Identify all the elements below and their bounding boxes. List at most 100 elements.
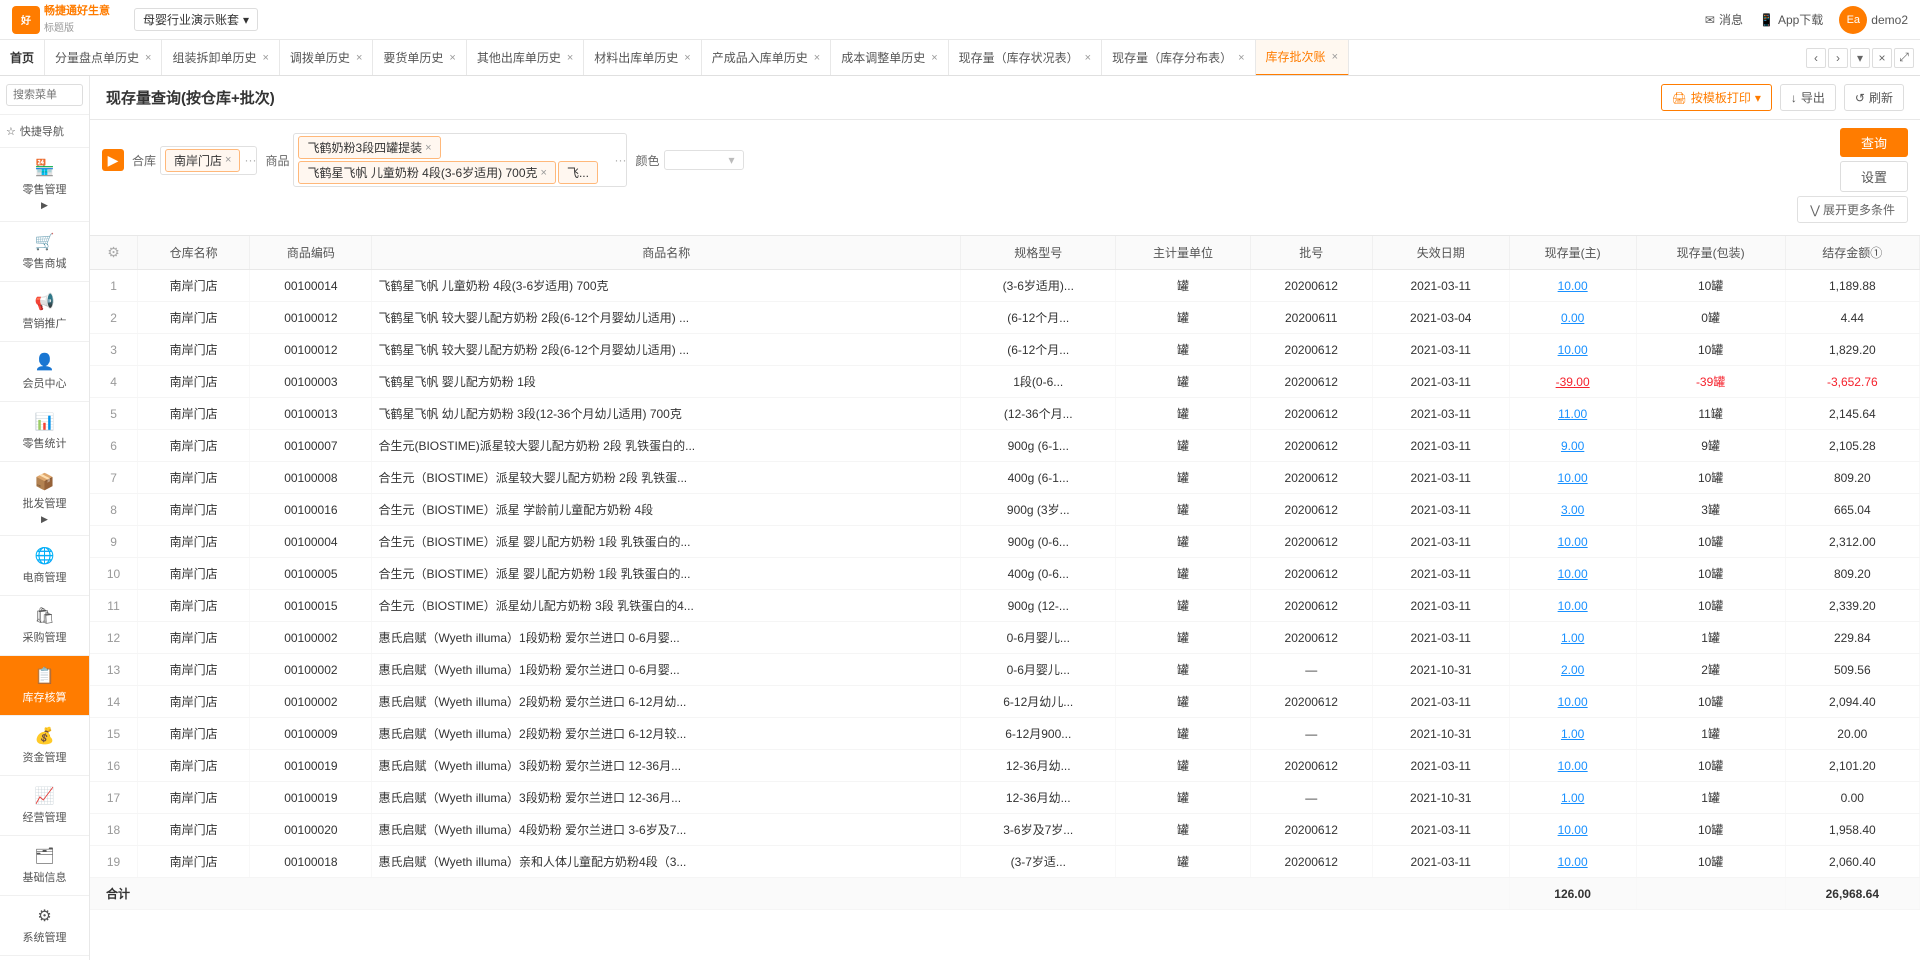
tab-diao-bo[interactable]: 调拨单历史 × [280, 40, 373, 76]
color-selector[interactable]: ▾ [664, 150, 744, 170]
settings-btn[interactable]: 设置 [1840, 161, 1908, 192]
tab-xian-cun-fen-bu-close[interactable]: × [1238, 52, 1244, 64]
qty-link[interactable]: 10.00 [1558, 855, 1588, 869]
product-tag-1-close[interactable]: × [425, 142, 431, 154]
cell-code: 00100014 [250, 270, 372, 302]
sidebar-item-purchase[interactable]: 🛍 采购管理 [0, 596, 89, 656]
cell-warehouse: 南岸门店 [138, 398, 250, 430]
warehouse-ellipsis[interactable]: ··· [244, 153, 256, 167]
tab-fen-liang-close[interactable]: × [145, 52, 151, 64]
qty-link[interactable]: 1.00 [1561, 791, 1584, 805]
tab-chan-cheng-pin-close[interactable]: × [814, 52, 820, 64]
tab-xian-cun-zhuang-kuang[interactable]: 现存量（库存状况表） × [949, 40, 1102, 76]
qty-link[interactable]: 1.00 [1561, 631, 1584, 645]
sidebar-item-company[interactable]: 🏢 企业协同 [0, 956, 89, 960]
qty-link[interactable]: 10.00 [1558, 279, 1588, 293]
qty-link[interactable]: 10.00 [1558, 823, 1588, 837]
tab-zu-zhuang[interactable]: 组装拆卸单历史 × [162, 40, 279, 76]
qty-link[interactable]: 10.00 [1558, 471, 1588, 485]
tabs-next-btn[interactable]: › [1828, 48, 1848, 68]
print-btn[interactable]: 🖨 按模板打印 ▾ [1661, 84, 1772, 111]
sidebar-item-marketing[interactable]: 📢 营销推广 [0, 282, 89, 342]
tab-yao-huo-close[interactable]: × [449, 52, 455, 64]
sidebar-item-ecom[interactable]: 🌐 电商管理 [0, 536, 89, 596]
sidebar-item-finance[interactable]: 💰 资金管理 [0, 716, 89, 776]
tab-cai-liao[interactable]: 材料出库单历史 × [584, 40, 701, 76]
sidebar-item-operation-label: 经营管理 [23, 809, 67, 825]
sidebar-quick-nav[interactable]: ☆ 快捷导航 [0, 115, 89, 148]
settings-icon[interactable]: ⚙ [107, 244, 120, 260]
sidebar-item-basic[interactable]: 🗂 基础信息 [0, 836, 89, 896]
sidebar-item-member[interactable]: 👤 会员中心 [0, 342, 89, 402]
qty-link[interactable]: 0.00 [1561, 311, 1584, 325]
app-download-btn[interactable]: 📱 App下载 [1759, 11, 1823, 28]
tab-xian-cun-zhuang-kuang-close[interactable]: × [1085, 52, 1091, 64]
export-btn[interactable]: ↓ 导出 [1780, 84, 1836, 111]
tab-cheng-ben-close[interactable]: × [931, 52, 937, 64]
product-tag-2[interactable]: 飞鹤星飞帆 儿童奶粉 4段(3-6岁适用) 700克 × [298, 161, 555, 184]
tab-zu-zhuang-close[interactable]: × [262, 52, 268, 64]
product-combo[interactable]: 飞鹤奶粉3段四罐提装 × 飞鹤星飞帆 儿童奶粉 4段(3-6岁适用) 700克 … [293, 133, 627, 187]
query-btn[interactable]: 查询 [1840, 128, 1908, 157]
search-input[interactable] [6, 84, 83, 106]
product-tag-1[interactable]: 飞鹤奶粉3段四罐提装 × [298, 136, 440, 159]
qty-link[interactable]: 10.00 [1558, 535, 1588, 549]
qty-link[interactable]: 9.00 [1561, 439, 1584, 453]
tab-qi-ta-chu-ku[interactable]: 其他出库单历史 × [467, 40, 584, 76]
tab-qi-ta-chu-ku-close[interactable]: × [567, 52, 573, 64]
warehouse-tag-close[interactable]: × [225, 154, 231, 166]
sidebar-item-retail[interactable]: 🏪 零售管理 ▶ [0, 148, 89, 222]
tab-home[interactable]: 首页 [0, 40, 45, 76]
tab-cai-liao-close[interactable]: × [684, 52, 690, 64]
qty-link[interactable]: -39.00 [1556, 375, 1590, 389]
sidebar-item-wholesale[interactable]: 📦 批发管理 ▶ [0, 462, 89, 536]
tab-diao-bo-close[interactable]: × [356, 52, 362, 64]
qty-link[interactable]: 1.00 [1561, 727, 1584, 741]
cell-unit: 罐 [1116, 622, 1250, 654]
message-btn[interactable]: ✉ 消息 [1705, 11, 1743, 28]
tab-chan-cheng-pin-label: 产成品入库单历史 [712, 49, 808, 66]
qty-link[interactable]: 10.00 [1558, 567, 1588, 581]
tab-ku-cun-pi-ci[interactable]: 库存批次账 × [1256, 40, 1349, 76]
tabs-menu-btn[interactable]: ▾ [1850, 48, 1870, 68]
qty-link[interactable]: 2.00 [1561, 663, 1584, 677]
qty-link[interactable]: 10.00 [1558, 759, 1588, 773]
cell-unit: 罐 [1116, 430, 1250, 462]
tab-ku-cun-pi-ci-close[interactable]: × [1332, 51, 1338, 63]
qty-link[interactable]: 10.00 [1558, 343, 1588, 357]
warehouse-tag-nanan[interactable]: 南岸门店 × [165, 149, 240, 172]
refresh-btn[interactable]: ↺ 刷新 [1844, 84, 1904, 111]
cell-warehouse: 南岸门店 [138, 718, 250, 750]
cell-name: 飞鹤星飞帆 较大婴儿配方奶粉 2段(6-12个月婴幼儿适用) ... [372, 302, 961, 334]
tabs-prev-btn[interactable]: ‹ [1806, 48, 1826, 68]
tab-yao-huo[interactable]: 要货单历史 × [373, 40, 466, 76]
sidebar-item-shop[interactable]: 🛒 零售商城 [0, 222, 89, 282]
sidebar-item-system[interactable]: ⚙ 系统管理 [0, 896, 89, 956]
user-area[interactable]: Ea demo2 [1839, 6, 1908, 34]
warehouse-combo[interactable]: 南岸门店 × ··· [160, 146, 257, 175]
cell-idx: 10 [90, 558, 138, 590]
qty-link[interactable]: 11.00 [1558, 407, 1587, 421]
product-tag-2-close[interactable]: × [541, 167, 547, 179]
sidebar-items-list: 🏪 零售管理 ▶ 🛒 零售商城 📢 营销推广 👤 会员中心 📊 零售统计 [0, 148, 89, 960]
sidebar-item-stats[interactable]: 📊 零售统计 [0, 402, 89, 462]
tabs-close-btn[interactable]: × [1872, 48, 1892, 68]
tabs-expand-btn[interactable]: ⤢ [1894, 48, 1914, 68]
tab-xian-cun-fen-bu[interactable]: 现存量（库存分布表） × [1102, 40, 1255, 76]
qty-link[interactable]: 3.00 [1561, 503, 1584, 517]
tab-chan-cheng-pin[interactable]: 产成品入库单历史 × [702, 40, 831, 76]
expand-more-btn[interactable]: ⋁ 展开更多条件 [1797, 196, 1908, 223]
cell-code: 00100012 [250, 334, 372, 366]
page-title: 现存量查询(按仓库+批次) [106, 87, 275, 108]
product-ellipsis[interactable]: ··· [614, 153, 626, 167]
tab-fen-liang[interactable]: 分量盘点单历史 × [45, 40, 162, 76]
sidebar-item-operation[interactable]: 📈 经营管理 [0, 776, 89, 836]
tab-cheng-ben[interactable]: 成本调整单历史 × [831, 40, 948, 76]
qty-link[interactable]: 10.00 [1558, 599, 1588, 613]
product-tag-more[interactable]: 飞... [558, 161, 598, 184]
quick-nav-btn[interactable]: ☆ 快捷导航 [6, 119, 83, 143]
expand-btn[interactable]: ▶ [102, 149, 124, 171]
sidebar-item-inventory[interactable]: 📋 库存核算 [0, 656, 89, 716]
qty-link[interactable]: 10.00 [1558, 695, 1588, 709]
org-selector[interactable]: 母婴行业演示账套 ▾ [134, 8, 258, 31]
